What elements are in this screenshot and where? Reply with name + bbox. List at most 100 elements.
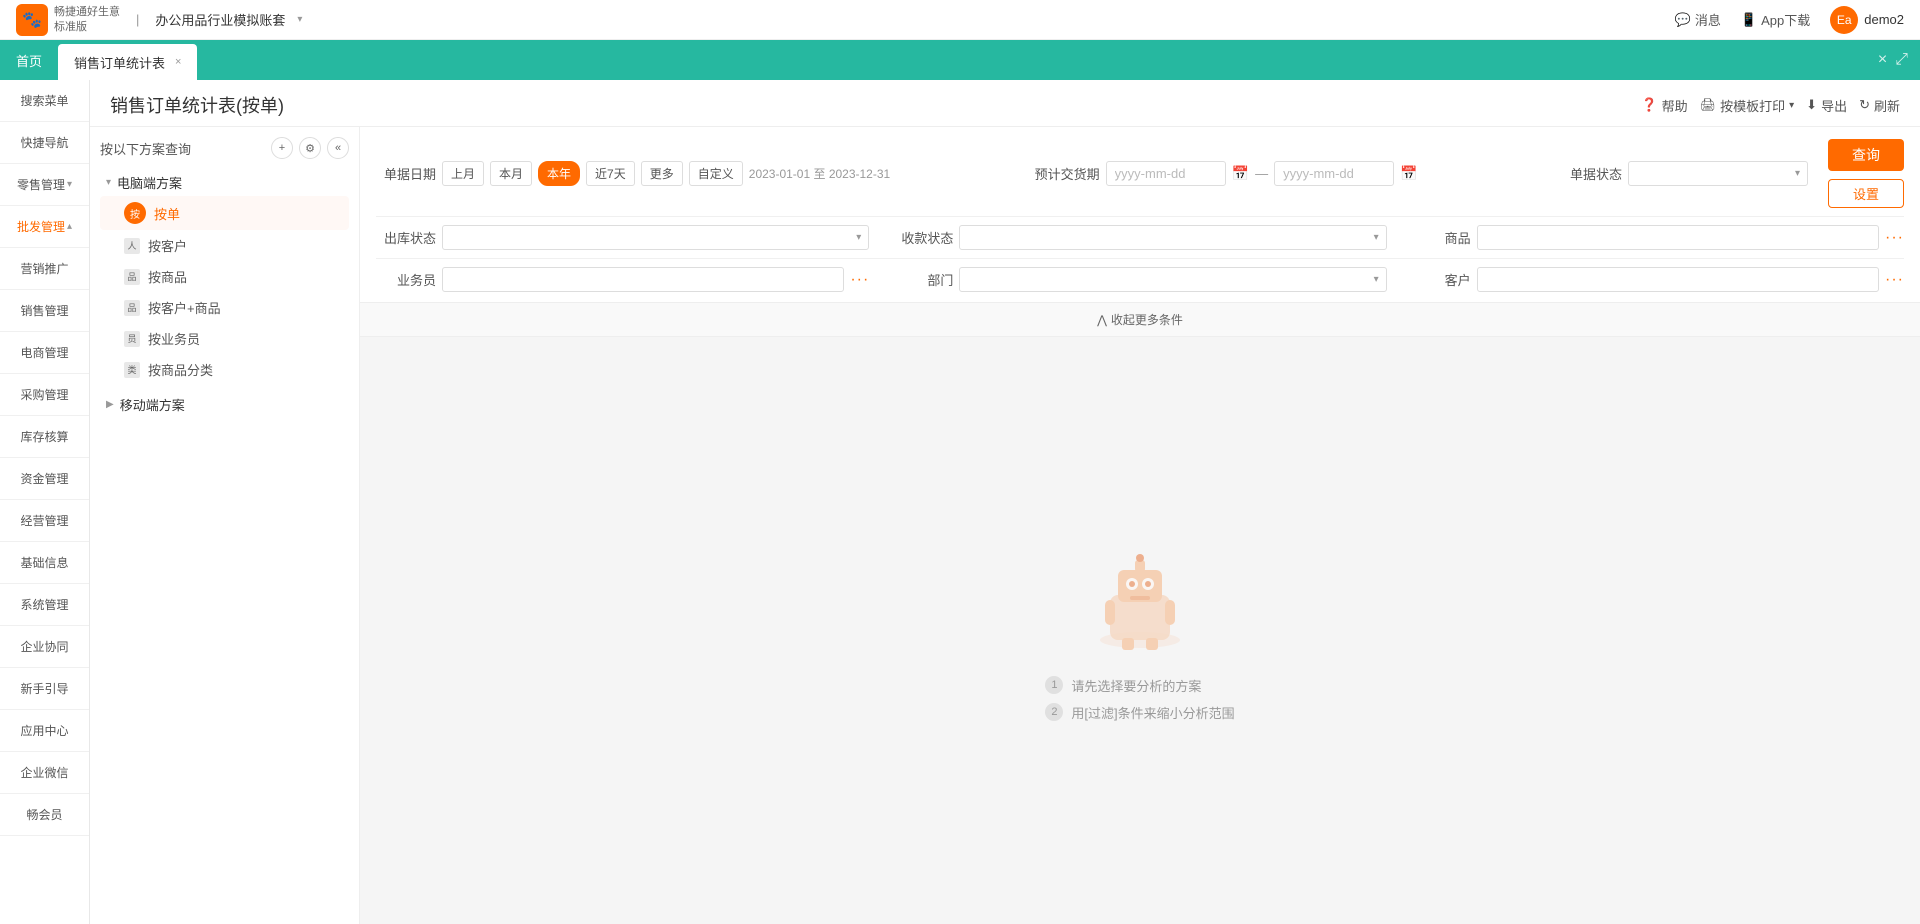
add-scheme-button[interactable]: +	[271, 137, 293, 159]
sidebar-item-system[interactable]: 系统管理	[0, 584, 89, 626]
goods-input[interactable]	[1477, 225, 1879, 250]
date-btn-last-7[interactable]: 近7天	[586, 161, 635, 186]
sidebar-item-wholesale[interactable]: 批发管理 ▴	[0, 206, 89, 248]
calendar-icon-end[interactable]: 📅	[1400, 165, 1417, 182]
calendar-icon-start[interactable]: 📅	[1232, 165, 1249, 182]
desktop-scheme-group: ▾ 电脑端方案 按 按单 人 按客户 品 按商品	[100, 169, 349, 385]
left-panel-header: 按以下方案查询 + ⚙ «	[100, 137, 349, 159]
topbar-left: 🐾 畅捷通好生意 标准版 | 办公用品行业模拟账套 ▾	[16, 4, 302, 36]
left-panel: 按以下方案查询 + ⚙ « ▾ 电脑端方案 按 按单	[90, 127, 360, 924]
date-btn-custom[interactable]: 自定义	[689, 161, 743, 186]
sidebar-item-member[interactable]: 畅会员	[0, 794, 89, 836]
export-button[interactable]: ⬇ 导出	[1806, 96, 1847, 115]
customer-input[interactable]	[1477, 267, 1879, 292]
date-btn-this-month[interactable]: 本月	[490, 161, 532, 186]
shipment-filter: 出库状态 ▾	[376, 225, 869, 250]
main-layout: 搜索菜单 快捷导航 零售管理 ▾ 批发管理 ▴ 营销推广 销售管理 电商管理 采…	[0, 80, 1920, 924]
empty-tips: 1 请先选择要分析的方案 2 用[过滤]条件来缩小分析范围	[1045, 676, 1234, 722]
tip-num-2: 2	[1045, 703, 1063, 721]
sidebar-item-purchase[interactable]: 采购管理	[0, 374, 89, 416]
department-select[interactable]	[959, 267, 1386, 292]
chevron-up-icon: ▴	[67, 221, 72, 232]
shipment-select[interactable]	[442, 225, 869, 250]
salesperson-more-icon[interactable]: ···	[850, 271, 869, 289]
print-button[interactable]: 🖨 按模板打印 ▾	[1700, 96, 1795, 115]
scheme-icon-category: 类	[124, 362, 140, 378]
scheme-item-by-product[interactable]: 品 按商品	[100, 261, 349, 292]
app-icon: 📱	[1741, 12, 1757, 28]
avatar: Ea	[1830, 6, 1858, 34]
logo-area: 🐾 畅捷通好生意 标准版	[16, 4, 120, 36]
scheme-item-by-category[interactable]: 类 按商品分类	[100, 354, 349, 385]
expected-date-start-input[interactable]	[1106, 161, 1226, 186]
filter-area: 单据日期 上月 本月 本年 近7天 更多 自定义 2023-01-01 至 20…	[360, 127, 1920, 337]
collapse-button[interactable]: ⋀ 收起更多条件	[1097, 311, 1183, 328]
tab-close-icon[interactable]: ×	[175, 56, 181, 68]
refresh-icon: ↻	[1859, 97, 1870, 113]
sidebar-item-app-center[interactable]: 应用中心	[0, 710, 89, 752]
maximize-icon[interactable]: ⤢	[1895, 51, 1908, 69]
mobile-group-header[interactable]: ▶ 移动端方案	[100, 391, 349, 418]
date-buttons-group: 上月 本月 本年 近7天 更多 自定义	[442, 161, 743, 186]
minimize-icon[interactable]: ×	[1878, 51, 1887, 69]
sidebar-item-search-menu[interactable]: 搜索菜单	[0, 80, 89, 122]
sidebar-item-sales[interactable]: 销售管理	[0, 290, 89, 332]
app-download-button[interactable]: 📱 App下载	[1741, 10, 1810, 29]
collapse-panel-button[interactable]: «	[327, 137, 349, 159]
topbar-dropdown-icon[interactable]: ▾	[297, 14, 302, 25]
date-btn-more[interactable]: 更多	[641, 161, 683, 186]
sidebar-item-operations[interactable]: 经营管理	[0, 500, 89, 542]
sidebar-item-enterprise[interactable]: 企业协同	[0, 626, 89, 668]
settings-button[interactable]: 设置	[1828, 179, 1904, 208]
query-button[interactable]: 查询	[1828, 139, 1904, 171]
sidebar-item-enterprise-wechat[interactable]: 企业微信	[0, 752, 89, 794]
expected-date-end-input[interactable]	[1274, 161, 1394, 186]
print-dropdown-icon: ▾	[1789, 100, 1794, 111]
refresh-button[interactable]: ↻ 刷新	[1859, 96, 1900, 115]
tip-num-1: 1	[1045, 676, 1063, 694]
date-btn-this-year[interactable]: 本年	[538, 161, 580, 186]
shipment-label: 出库状态	[376, 228, 436, 247]
scheme-item-by-customer[interactable]: 人 按客户	[100, 230, 349, 261]
desktop-group-header[interactable]: ▾ 电脑端方案	[100, 169, 349, 196]
sidebar-item-basic[interactable]: 基础信息	[0, 542, 89, 584]
goods-label: 商品	[1411, 228, 1471, 247]
left-panel-title: 按以下方案查询	[100, 139, 191, 158]
goods-more-icon[interactable]: ···	[1885, 229, 1904, 247]
right-panel: 单据日期 上月 本月 本年 近7天 更多 自定义 2023-01-01 至 20…	[360, 127, 1920, 924]
sidebar-item-newbie[interactable]: 新手引导	[0, 668, 89, 710]
empty-illustration	[1080, 540, 1200, 660]
customer-more-icon[interactable]: ···	[1885, 271, 1904, 289]
user-menu[interactable]: Ea demo2	[1830, 6, 1904, 34]
scheme-item-by-order[interactable]: 按 按单	[100, 196, 349, 230]
sidebar-item-retail[interactable]: 零售管理 ▾	[0, 164, 89, 206]
scheme-icon-product: 品	[124, 269, 140, 285]
sidebar-item-finance[interactable]: 资金管理	[0, 458, 89, 500]
salesperson-filter: 业务员 ···	[376, 267, 869, 292]
scheme-icon-customer-product: 品	[124, 300, 140, 316]
mobile-scheme-group: ▶ 移动端方案	[100, 391, 349, 418]
sidebar-item-marketing[interactable]: 营销推广	[0, 248, 89, 290]
date-filter-group: 单据日期 上月 本月 本年 近7天 更多 自定义 2023-01-01 至 20…	[376, 161, 890, 186]
sidebar-item-quick-nav[interactable]: 快捷导航	[0, 122, 89, 164]
filter-row-1: 单据日期 上月 本月 本年 近7天 更多 自定义 2023-01-01 至 20…	[376, 139, 1904, 208]
sidebar-item-ecommerce[interactable]: 电商管理	[0, 332, 89, 374]
payment-select[interactable]	[959, 225, 1386, 250]
topbar-page-title: 办公用品行业模拟账套	[155, 10, 285, 29]
content-body: 按以下方案查询 + ⚙ « ▾ 电脑端方案 按 按单	[90, 127, 1920, 924]
salesperson-input[interactable]	[442, 267, 844, 292]
scheme-icon-customer: 人	[124, 238, 140, 254]
collapse-btn-row: ⋀ 收起更多条件	[360, 302, 1920, 336]
sidebar-item-inventory[interactable]: 库存核算	[0, 416, 89, 458]
tab-sales-order-stats[interactable]: 销售订单统计表 ×	[58, 44, 197, 80]
date-range-display: 2023-01-01 至 2023-12-31	[749, 165, 890, 182]
scheme-item-by-salesperson[interactable]: 员 按业务员	[100, 323, 349, 354]
settings-scheme-button[interactable]: ⚙	[299, 137, 321, 159]
date-btn-last-month[interactable]: 上月	[442, 161, 484, 186]
scheme-active-icon: 按	[124, 202, 146, 224]
tab-home[interactable]: 首页	[0, 40, 58, 80]
scheme-item-by-customer-product[interactable]: 品 按客户+商品	[100, 292, 349, 323]
status-select[interactable]	[1628, 161, 1808, 186]
messages-button[interactable]: 💬 消息	[1675, 10, 1721, 29]
help-button[interactable]: ❓ 帮助	[1641, 96, 1687, 115]
